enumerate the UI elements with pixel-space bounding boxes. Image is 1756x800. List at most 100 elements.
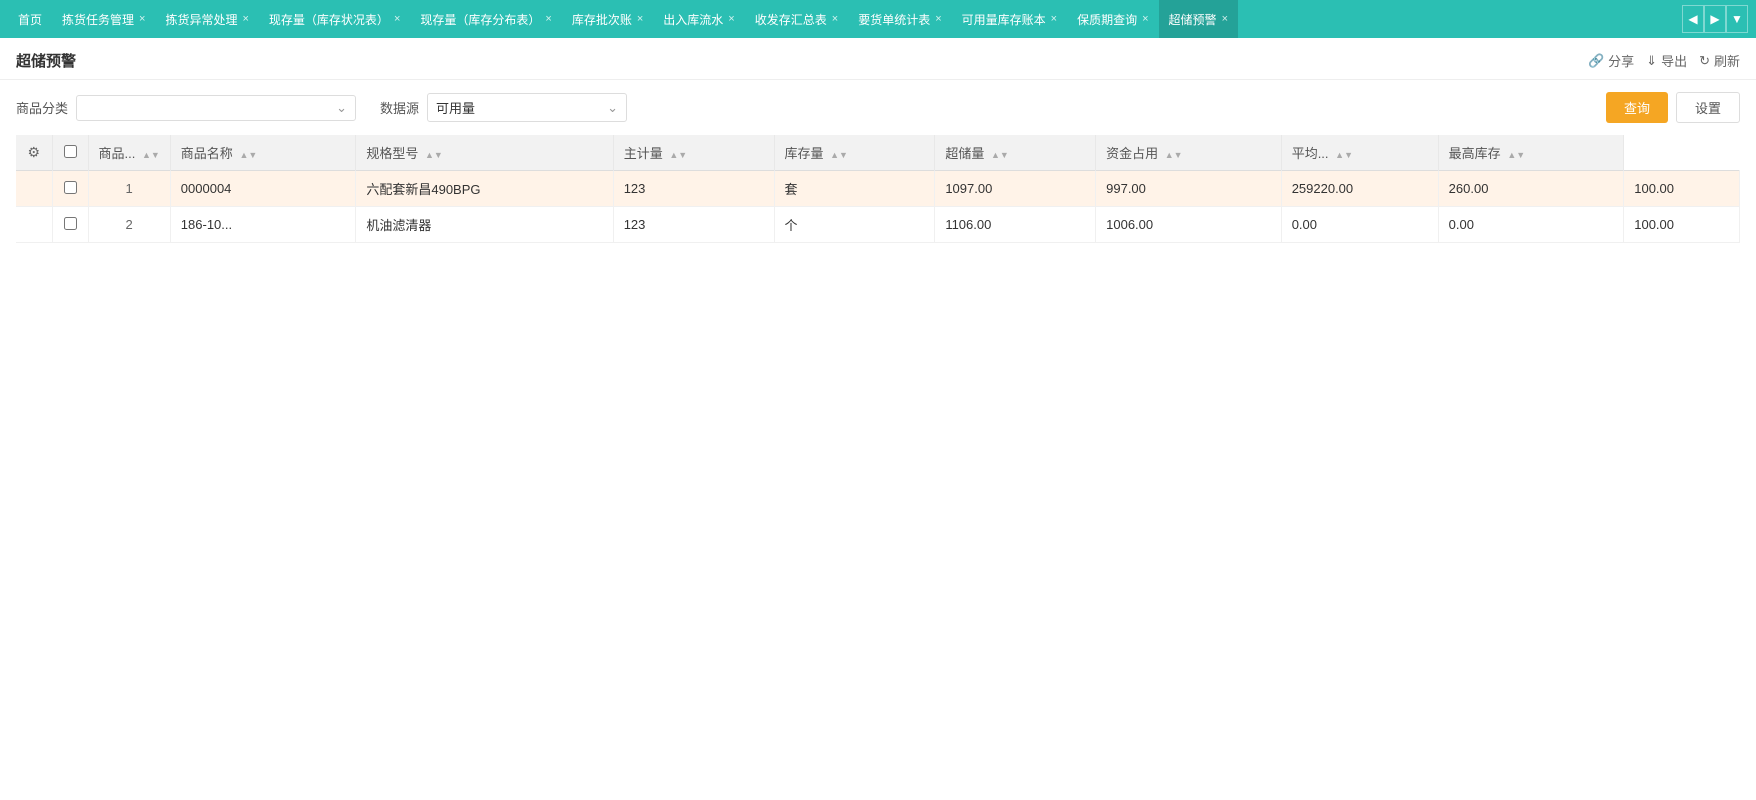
datasource-value: 可用量	[436, 98, 475, 117]
table-row: 2 186-10... 机油滤清器 123 个 1106.00 1006.00 …	[16, 207, 1740, 243]
refresh-icon: ↻	[1699, 53, 1710, 69]
close-tab-4-icon[interactable]: ×	[637, 13, 643, 25]
nav-tab-7[interactable]: 要货单统计表 ×	[848, 0, 951, 38]
refresh-button[interactable]: ↻ 刷新	[1699, 51, 1740, 70]
export-button[interactable]: ⇓ 导出	[1646, 51, 1687, 70]
nav-tab-2[interactable]: 现存量（库存状况表） ×	[259, 0, 410, 38]
close-tab-7-icon[interactable]: ×	[935, 13, 941, 25]
close-tab-0-icon[interactable]: ×	[139, 13, 145, 25]
category-dropdown-icon: ⌄	[336, 100, 347, 116]
page-content: 超储预警 🔗 分享 ⇓ 导出 ↻ 刷新 商品分类 ⌄ 数据源	[0, 38, 1756, 800]
close-tab-8-icon[interactable]: ×	[1051, 13, 1057, 25]
row-settings-0	[16, 171, 52, 207]
row-stock-0: 1097.00	[935, 171, 1096, 207]
nav-tab-1[interactable]: 拣货异常处理 ×	[155, 0, 258, 38]
sort-unit-icon[interactable]: ▲▼	[669, 150, 687, 160]
table-settings-icon[interactable]: ⚙	[27, 144, 40, 160]
top-navigation: 首页 拣货任务管理 × 拣货异常处理 × 现存量（库存状况表） × 现存量（库存…	[0, 0, 1756, 38]
th-avg: 平均... ▲▼	[1281, 135, 1438, 171]
th-settings: ⚙	[16, 135, 52, 171]
settings-button[interactable]: 设置	[1676, 92, 1740, 123]
category-select[interactable]: ⌄	[76, 95, 356, 121]
filter-area: 商品分类 ⌄ 数据源 可用量 ⌄ 查询 设置	[0, 80, 1756, 135]
th-excess: 超储量 ▲▼	[935, 135, 1096, 171]
th-name: 商品名称 ▲▼	[170, 135, 356, 171]
row-unit-1: 个	[774, 207, 935, 243]
row-unit-0: 套	[774, 171, 935, 207]
datasource-label: 数据源	[380, 98, 419, 117]
nav-tab-10[interactable]: 超储预警 ×	[1159, 0, 1238, 38]
header-actions: 🔗 分享 ⇓ 导出 ↻ 刷新	[1588, 51, 1740, 70]
datasource-filter: 数据源 可用量 ⌄	[380, 93, 627, 122]
nav-tab-9[interactable]: 保质期查询 ×	[1067, 0, 1158, 38]
row-settings-1	[16, 207, 52, 243]
tab-menu-button[interactable]: ▼	[1726, 5, 1748, 33]
datasource-select[interactable]: 可用量 ⌄	[427, 93, 627, 122]
share-icon: 🔗	[1588, 53, 1604, 69]
sort-spec-icon[interactable]: ▲▼	[425, 150, 443, 160]
close-tab-1-icon[interactable]: ×	[242, 13, 248, 25]
page-title: 超储预警	[16, 50, 76, 71]
row-excess-1: 1006.00	[1096, 207, 1282, 243]
close-tab-3-icon[interactable]: ×	[545, 13, 551, 25]
nav-tab-3[interactable]: 现存量（库存分布表） ×	[410, 0, 561, 38]
nav-tab-5[interactable]: 出入库流水 ×	[653, 0, 744, 38]
th-code: 商品... ▲▼	[88, 135, 170, 171]
nav-home[interactable]: 首页	[8, 0, 52, 38]
row-stock-1: 1106.00	[935, 207, 1096, 243]
select-all-checkbox[interactable]	[64, 145, 77, 158]
row-avg-1: 0.00	[1438, 207, 1624, 243]
row-checkbox-cell-0	[52, 171, 88, 207]
tab-prev-button[interactable]: ◀	[1682, 5, 1704, 33]
row-capital-0: 259220.00	[1281, 171, 1438, 207]
row-code-0: 0000004	[170, 171, 356, 207]
row-spec-1: 123	[613, 207, 774, 243]
tab-next-button[interactable]: ▶	[1704, 5, 1726, 33]
sort-max-icon[interactable]: ▲▼	[1507, 150, 1525, 160]
share-button[interactable]: 🔗 分享	[1588, 51, 1634, 70]
row-name-0: 六配套新昌490BPG	[356, 171, 613, 207]
sort-name-icon[interactable]: ▲▼	[239, 150, 257, 160]
filter-actions: 查询 设置	[1606, 92, 1740, 123]
tab-navigation-arrows: ◀ ▶ ▼	[1682, 5, 1748, 33]
sort-stock-icon[interactable]: ▲▼	[830, 150, 848, 160]
close-tab-5-icon[interactable]: ×	[728, 13, 734, 25]
close-tab-2-icon[interactable]: ×	[394, 13, 400, 25]
th-unit: 主计量 ▲▼	[613, 135, 774, 171]
row-max-1: 100.00	[1624, 207, 1740, 243]
export-icon: ⇓	[1646, 53, 1657, 69]
th-stock: 库存量 ▲▼	[774, 135, 935, 171]
row-code-1: 186-10...	[170, 207, 356, 243]
th-max: 最高库存 ▲▼	[1438, 135, 1624, 171]
row-avg-0: 260.00	[1438, 171, 1624, 207]
close-tab-6-icon[interactable]: ×	[832, 13, 838, 25]
row-checkbox-0[interactable]	[64, 181, 77, 194]
sort-capital-icon[interactable]: ▲▼	[1165, 150, 1183, 160]
th-checkbox	[52, 135, 88, 171]
row-capital-1: 0.00	[1281, 207, 1438, 243]
table-header-row: ⚙ 商品... ▲▼ 商品名称 ▲▼ 规格型号 ▲▼	[16, 135, 1740, 171]
row-checkbox-1[interactable]	[64, 217, 77, 230]
row-num-0: 1	[88, 171, 170, 207]
row-num-1: 2	[88, 207, 170, 243]
row-max-0: 100.00	[1624, 171, 1740, 207]
data-table: ⚙ 商品... ▲▼ 商品名称 ▲▼ 规格型号 ▲▼	[16, 135, 1740, 243]
th-capital: 资金占用 ▲▼	[1096, 135, 1282, 171]
sort-excess-icon[interactable]: ▲▼	[991, 150, 1009, 160]
close-tab-10-icon[interactable]: ×	[1222, 13, 1228, 25]
sort-avg-icon[interactable]: ▲▼	[1335, 150, 1353, 160]
nav-tab-8[interactable]: 可用量库存账本 ×	[952, 0, 1067, 38]
nav-tab-4[interactable]: 库存批次账 ×	[562, 0, 653, 38]
page-header: 超储预警 🔗 分享 ⇓ 导出 ↻ 刷新	[0, 38, 1756, 80]
row-checkbox-cell-1	[52, 207, 88, 243]
close-tab-9-icon[interactable]: ×	[1142, 13, 1148, 25]
row-spec-0: 123	[613, 171, 774, 207]
nav-tab-0[interactable]: 拣货任务管理 ×	[52, 0, 155, 38]
category-label: 商品分类	[16, 98, 68, 117]
query-button[interactable]: 查询	[1606, 92, 1668, 123]
nav-tab-6[interactable]: 收发存汇总表 ×	[745, 0, 848, 38]
category-filter: 商品分类 ⌄	[16, 95, 356, 121]
row-name-1: 机油滤清器	[356, 207, 613, 243]
sort-code-icon[interactable]: ▲▼	[142, 150, 160, 160]
table-row: 1 0000004 六配套新昌490BPG 123 套 1097.00 997.…	[16, 171, 1740, 207]
